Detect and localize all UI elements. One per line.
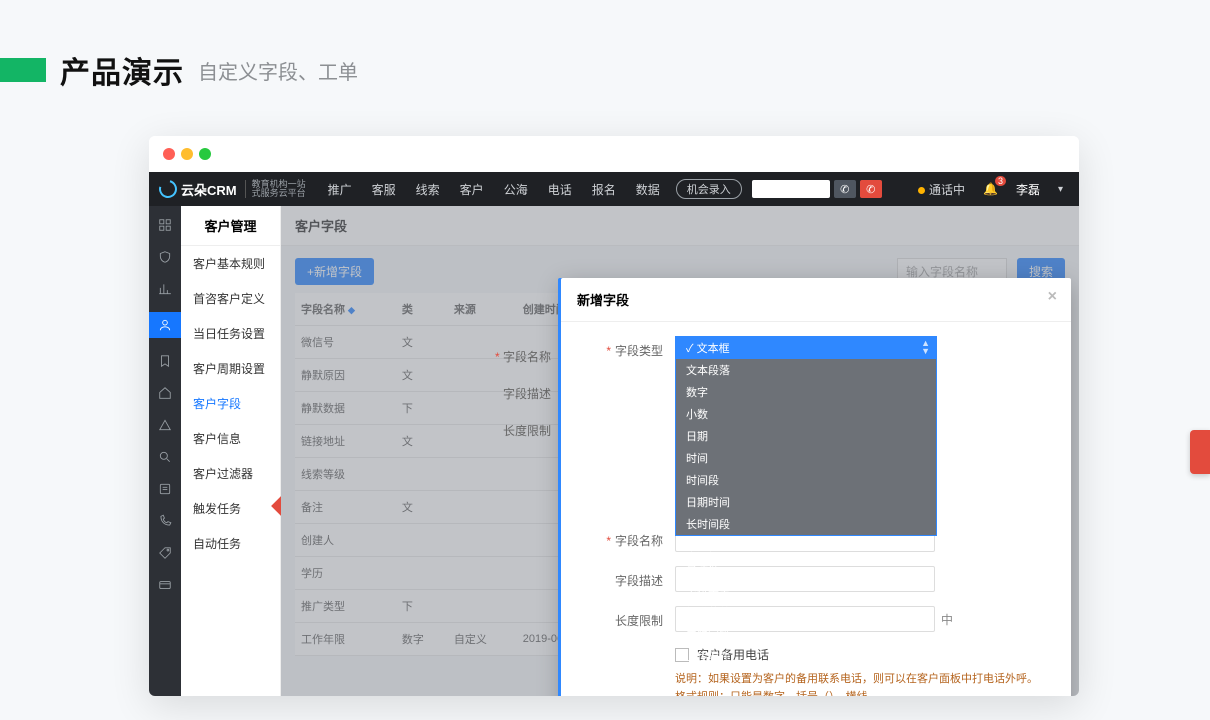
grid-icon[interactable] [156, 216, 174, 234]
side-slide-handle[interactable] [1190, 430, 1210, 474]
maximize-dot[interactable] [199, 148, 211, 160]
call-status: 通话中 [918, 181, 965, 198]
page-title: 产品演示 [60, 48, 184, 92]
list-icon[interactable] [156, 480, 174, 498]
main-area: 客户字段 +新增字段 输入字段名称 搜索 字段名称◆类来源创建时间更新时间状态操… [281, 206, 1079, 696]
nav-公海[interactable]: 公海 [496, 181, 536, 198]
field-type-option[interactable]: 上传附件 [676, 645, 936, 667]
unit-char: 中 [941, 611, 953, 628]
nav-数据[interactable]: 数据 [628, 181, 668, 198]
label-field-type: *字段类型 [591, 336, 663, 359]
call-hangup-icon[interactable]: ✆ [860, 180, 882, 198]
username[interactable]: 李磊 [1016, 181, 1040, 198]
nav-电话[interactable]: 电话 [540, 181, 580, 198]
phone-icon[interactable] [156, 512, 174, 530]
status-area: 通话中 🔔3 李磊 ▾ [918, 181, 1079, 198]
side-title: 客户管理 [181, 206, 280, 246]
icon-rail [149, 206, 181, 696]
bell-icon[interactable]: 🔔3 [983, 182, 998, 196]
app-window: 云朵CRM 教育机构一站 式服务云平台 推广客服线索客户公海电话报名数据 机会录… [149, 136, 1079, 696]
page-heading: 产品演示 自定义字段、工单 [0, 0, 1210, 92]
select-arrows-icon: ▲▼ [921, 339, 930, 355]
top-bar: 云朵CRM 教育机构一站 式服务云平台 推广客服线索客户公海电话报名数据 机会录… [149, 172, 1079, 206]
triangle-icon[interactable] [156, 416, 174, 434]
nav-线索[interactable]: 线索 [408, 181, 448, 198]
field-type-option[interactable]: 长时间段 [676, 513, 936, 535]
nav-报名[interactable]: 报名 [584, 181, 624, 198]
label-field-name: *字段名称 [591, 526, 663, 549]
field-type-option[interactable]: 复选框 [676, 557, 936, 579]
call-pickup-icon[interactable]: ✆ [834, 180, 856, 198]
app-body: 客户管理 客户基本规则首咨客户定义当日任务设置客户周期设置客户字段客户信息客户过… [149, 206, 1079, 696]
sidebar-item-7[interactable]: 触发任务 [181, 491, 280, 526]
note-text: 说明：如果设置为客户的备用联系电话，则可以在客户面板中打电话外呼。格式规则：只能… [675, 671, 1041, 696]
card-icon[interactable] [156, 576, 174, 594]
field-type-option[interactable]: 关联字段 [676, 623, 936, 645]
sidebar-item-2[interactable]: 当日任务设置 [181, 316, 280, 351]
label-field-desc: 字段描述 [591, 566, 663, 589]
nav-links: 推广客服线索客户公海电话报名数据 [320, 181, 668, 198]
logo-tagline: 教育机构一站 式服务云平台 [245, 180, 306, 199]
close-icon[interactable]: × [1048, 288, 1057, 306]
close-dot[interactable] [163, 148, 175, 160]
sidebar-item-6[interactable]: 客户过滤器 [181, 456, 280, 491]
sidebar-item-3[interactable]: 客户周期设置 [181, 351, 280, 386]
topbar-search[interactable] [752, 180, 830, 198]
nav-客服[interactable]: 客服 [364, 181, 404, 198]
nav-推广[interactable]: 推广 [320, 181, 360, 198]
logo-text: 云朵CRM [181, 180, 237, 199]
label-length-limit: 长度限制 [591, 606, 663, 629]
search-user-icon[interactable] [156, 448, 174, 466]
window-controls [149, 136, 1079, 172]
cloud-icon [156, 177, 181, 202]
modal-title: 新增字段 × [561, 278, 1071, 322]
notification-badge: 3 [995, 176, 1006, 186]
field-type-option[interactable]: 时间段 [676, 469, 936, 491]
bookmark-icon[interactable] [156, 352, 174, 370]
sidebar-item-5[interactable]: 客户信息 [181, 421, 280, 456]
field-type-option[interactable]: 小数 [676, 403, 936, 425]
field-type-option[interactable]: 文本段落 [676, 359, 936, 381]
page-subtitle: 自定义字段、工单 [198, 56, 358, 85]
sidebar-item-0[interactable]: 客户基本规则 [181, 246, 280, 281]
field-type-option[interactable]: 数字 [676, 381, 936, 403]
home-icon[interactable] [156, 384, 174, 402]
add-field-modal: 新增字段 × *字段类型 ▲▼ 文本框文本段落数字小数日期时间时间段日期时间长时… [561, 278, 1071, 696]
sidebar-item-8[interactable]: 自动任务 [181, 526, 280, 561]
field-type-option[interactable]: 单选框 [676, 535, 936, 557]
field-type-option[interactable]: 文本框 [676, 337, 936, 359]
field-type-option[interactable]: 时间 [676, 447, 936, 469]
sidebar-item-4[interactable]: 客户字段 [181, 386, 280, 421]
field-type-option[interactable]: 级联菜单 [676, 601, 936, 623]
chevron-down-icon[interactable]: ▾ [1058, 184, 1063, 195]
tag-icon[interactable] [156, 544, 174, 562]
shield-icon[interactable] [156, 248, 174, 266]
nav-客户[interactable]: 客户 [452, 181, 492, 198]
field-type-dropdown[interactable]: ▲▼ 文本框文本段落数字小数日期时间时间段日期时间长时间段单选框复选框下拉菜单级… [675, 336, 937, 536]
side-panel: 客户管理 客户基本规则首咨客户定义当日任务设置客户周期设置客户字段客户信息客户过… [181, 206, 281, 696]
user-icon[interactable] [149, 312, 181, 338]
sidebar-item-1[interactable]: 首咨客户定义 [181, 281, 280, 316]
logo[interactable]: 云朵CRM 教育机构一站 式服务云平台 [149, 180, 314, 199]
field-type-option[interactable]: 日期时间 [676, 491, 936, 513]
minimize-dot[interactable] [181, 148, 193, 160]
green-accent [0, 58, 46, 82]
record-button[interactable]: 机会录入 [676, 179, 742, 199]
field-type-option[interactable]: 日期 [676, 425, 936, 447]
chart-icon[interactable] [156, 280, 174, 298]
field-type-option[interactable]: 下拉菜单 [676, 579, 936, 601]
